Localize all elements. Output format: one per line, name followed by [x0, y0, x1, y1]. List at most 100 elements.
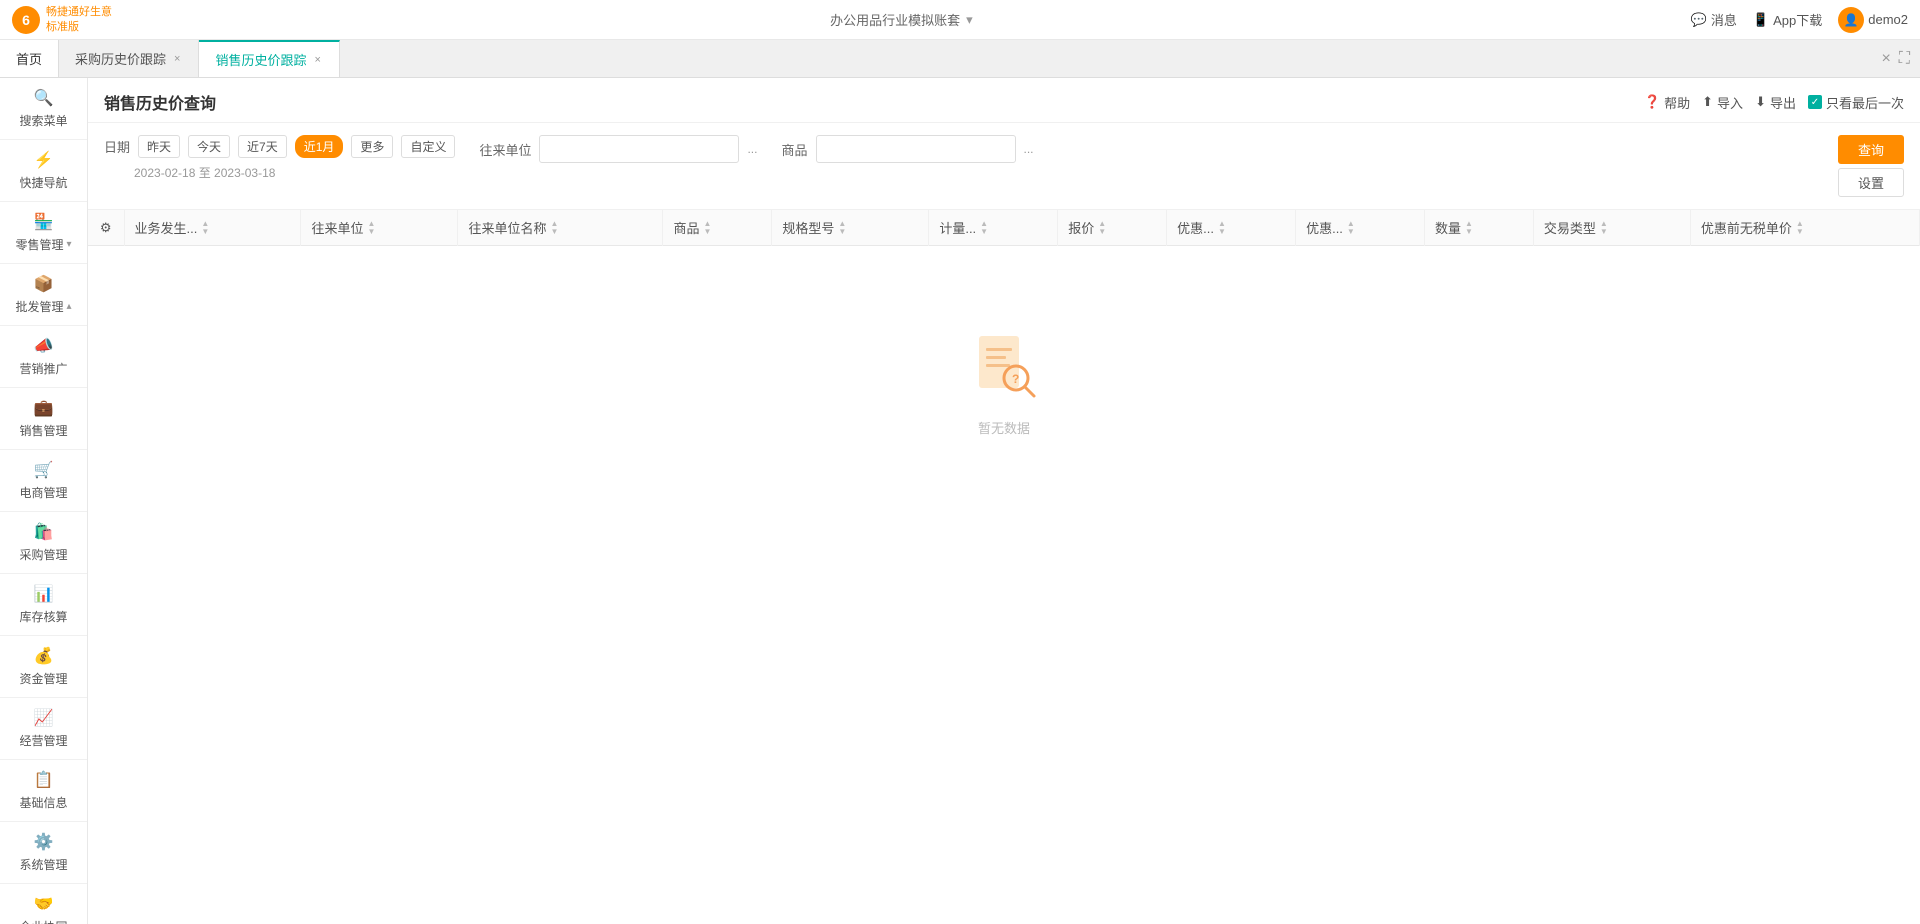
- date-btn-custom[interactable]: 自定义: [401, 135, 455, 158]
- message-label: 消息: [1711, 10, 1737, 29]
- sidebar-item-quick-nav[interactable]: ⚡ 快捷导航: [0, 140, 87, 202]
- logo-text: 畅捷通好生意 标准版: [46, 5, 112, 34]
- sidebar-item-purchase-mgmt[interactable]: 🛍️ 采购管理: [0, 512, 87, 574]
- table-col-partner-code[interactable]: 往来单位 ▲▼: [301, 210, 458, 246]
- empty-svg: ?: [964, 326, 1044, 406]
- sidebar-item-marketing[interactable]: 📣 营销推广: [0, 326, 87, 388]
- sort-arrows-biz-date: ▲▼: [201, 220, 209, 236]
- table-header-row: ⚙ 业务发生... ▲▼ 往来单位: [88, 210, 1920, 246]
- sidebar-item-finance-mgmt[interactable]: 💰 资金管理: [0, 636, 87, 698]
- page-header-actions: ❓ 帮助 ⬆ 导入 ⬇ 导出 ✓ 只看最后一次: [1644, 93, 1904, 112]
- close-all-tabs-icon[interactable]: ×: [1881, 50, 1890, 68]
- date-btn-today[interactable]: 今天: [188, 135, 230, 158]
- page-content: 销售历史价查询 ❓ 帮助 ⬆ 导入 ⬇ 导出 ✓: [88, 78, 1920, 924]
- user-menu[interactable]: 👤 demo2: [1838, 7, 1908, 33]
- sort-arrows-discount2: ▲▼: [1347, 220, 1355, 236]
- filter-actions: 查询 设置: [1838, 135, 1904, 197]
- table-col-product[interactable]: 商品 ▲▼: [663, 210, 772, 246]
- sidebar-item-label-purchase-mgmt: 采购管理: [19, 546, 67, 563]
- sidebar-item-label-inventory: 库存核算: [19, 608, 67, 625]
- sidebar-item-basic-info[interactable]: 📋 基础信息: [0, 760, 87, 822]
- page-header: 销售历史价查询 ❓ 帮助 ⬆ 导入 ⬇ 导出 ✓: [88, 78, 1920, 123]
- table-col-discount2[interactable]: 优惠... ▲▼: [1296, 210, 1425, 246]
- date-range-text: 2023-02-18 至 2023-03-18: [134, 164, 275, 181]
- checkbox-checked-icon: ✓: [1808, 95, 1822, 109]
- tab-bar-actions: × ⛶: [1871, 40, 1920, 77]
- workspace-selector[interactable]: 办公用品行业模拟账套 ▾: [830, 10, 973, 29]
- import-button[interactable]: ⬆ 导入: [1702, 93, 1743, 112]
- sidebar-item-sales-mgmt[interactable]: 💼 销售管理: [0, 388, 87, 450]
- tab-purchase-history-label: 采购历史价跟踪: [75, 49, 166, 68]
- sidebar-item-label-retail-mgmt: 零售管理: [15, 236, 63, 253]
- sidebar-item-label-finance-mgmt: 资金管理: [19, 670, 67, 687]
- date-btn-more[interactable]: 更多: [351, 135, 393, 158]
- product-ellipsis-btn[interactable]: ...: [1024, 142, 1034, 156]
- sidebar-item-operations-mgmt[interactable]: 📈 经营管理: [0, 698, 87, 760]
- sidebar: 🔍 搜索菜单 ⚡ 快捷导航 🏪 零售管理 ▾ 📦 批发管理 ▴ 📣 营销推广: [0, 78, 88, 924]
- sidebar-item-label-marketing: 营销推广: [19, 360, 67, 377]
- date-filter-group: 日期 昨天 今天 近7天 近1月 更多 自定义 2023-02-18 至 202…: [104, 135, 455, 181]
- operations-mgmt-icon: 📈: [34, 708, 54, 728]
- sort-arrows-tax-free-price: ▲▼: [1796, 220, 1804, 236]
- sort-arrows-discount1: ▲▼: [1218, 220, 1226, 236]
- workspace-dropdown-icon[interactable]: ▾: [966, 12, 973, 28]
- partner-ellipsis-btn[interactable]: ...: [747, 142, 757, 156]
- user-name: demo2: [1868, 12, 1908, 27]
- sidebar-item-ecommerce-mgmt[interactable]: 🛒 电商管理: [0, 450, 87, 512]
- product-filter-input[interactable]: [816, 135, 1016, 163]
- sales-mgmt-icon: 💼: [34, 398, 54, 418]
- product-filter-label: 商品: [781, 140, 807, 159]
- table-col-quantity[interactable]: 数量 ▲▼: [1425, 210, 1534, 246]
- finance-mgmt-icon: 💰: [34, 646, 54, 666]
- tab-home[interactable]: 首页: [0, 40, 59, 77]
- partner-filter-label: 往来单位: [479, 140, 531, 159]
- product-filter-group: 商品 ...: [781, 135, 1033, 163]
- only-last-checkbox[interactable]: ✓ 只看最后一次: [1808, 93, 1904, 112]
- tab-purchase-history-close[interactable]: ×: [172, 51, 182, 67]
- sidebar-item-system-mgmt[interactable]: ⚙️ 系统管理: [0, 822, 87, 884]
- date-btn-7days[interactable]: 近7天: [238, 135, 287, 158]
- empty-state: ? 暂无数据: [88, 246, 1920, 517]
- product-filter-row: 商品 ...: [781, 135, 1033, 163]
- sidebar-item-enterprise-collab[interactable]: 🤝 企业协同: [0, 884, 87, 924]
- sort-arrows-quantity: ▲▼: [1465, 220, 1473, 236]
- date-btn-yesterday[interactable]: 昨天: [138, 135, 180, 158]
- date-filter-row: 日期 昨天 今天 近7天 近1月 更多 自定义: [104, 135, 455, 158]
- table-col-biz-date[interactable]: 业务发生... ▲▼: [124, 210, 301, 246]
- filter-area: 日期 昨天 今天 近7天 近1月 更多 自定义 2023-02-18 至 202…: [88, 123, 1920, 210]
- table-col-partner-name[interactable]: 往来单位名称 ▲▼: [458, 210, 663, 246]
- table-col-unit[interactable]: 计量... ▲▼: [929, 210, 1058, 246]
- table-col-price[interactable]: 报价 ▲▼: [1058, 210, 1167, 246]
- system-mgmt-icon: ⚙️: [34, 832, 54, 852]
- export-button[interactable]: ⬇ 导出: [1755, 93, 1796, 112]
- partner-filter-input[interactable]: [539, 135, 739, 163]
- sidebar-item-search-menu[interactable]: 🔍 搜索菜单: [0, 78, 87, 140]
- table-col-trade-type[interactable]: 交易类型 ▲▼: [1533, 210, 1690, 246]
- sidebar-item-wholesale-mgmt[interactable]: 📦 批发管理 ▴: [0, 264, 87, 326]
- sidebar-item-label-system-mgmt: 系统管理: [19, 856, 67, 873]
- tab-sales-history[interactable]: 销售历史价跟踪 ×: [199, 40, 339, 77]
- data-table: ⚙ 业务发生... ▲▼ 往来单位: [88, 210, 1920, 246]
- app-download-label: App下载: [1773, 10, 1822, 29]
- sidebar-item-label-sales-mgmt: 销售管理: [19, 422, 67, 439]
- query-button[interactable]: 查询: [1838, 135, 1904, 164]
- table-col-discount1[interactable]: 优惠... ▲▼: [1167, 210, 1296, 246]
- sidebar-item-retail-mgmt[interactable]: 🏪 零售管理 ▾: [0, 202, 87, 264]
- help-button[interactable]: ❓ 帮助: [1644, 93, 1690, 112]
- table-col-spec[interactable]: 规格型号 ▲▼: [772, 210, 929, 246]
- table-col-tax-free-price[interactable]: 优惠前无税单价 ▲▼: [1690, 210, 1919, 246]
- message-button[interactable]: 💬 消息: [1691, 10, 1737, 29]
- export-icon: ⬇: [1755, 94, 1766, 110]
- sidebar-item-inventory[interactable]: 📊 库存核算: [0, 574, 87, 636]
- sort-arrows-partner-code: ▲▼: [367, 220, 375, 236]
- app-download-button[interactable]: 📱 App下载: [1753, 10, 1822, 29]
- sort-arrows-spec: ▲▼: [838, 220, 846, 236]
- table-col-gear[interactable]: ⚙: [88, 210, 124, 246]
- date-filter-label: 日期: [104, 137, 130, 156]
- fullscreen-icon[interactable]: ⛶: [1899, 50, 1910, 68]
- date-btn-1month[interactable]: 近1月: [295, 135, 344, 158]
- tab-sales-history-close[interactable]: ×: [312, 52, 322, 68]
- tab-purchase-history[interactable]: 采购历史价跟踪 ×: [59, 40, 199, 77]
- settings-button[interactable]: 设置: [1838, 168, 1904, 197]
- sort-arrows-trade-type: ▲▼: [1600, 220, 1608, 236]
